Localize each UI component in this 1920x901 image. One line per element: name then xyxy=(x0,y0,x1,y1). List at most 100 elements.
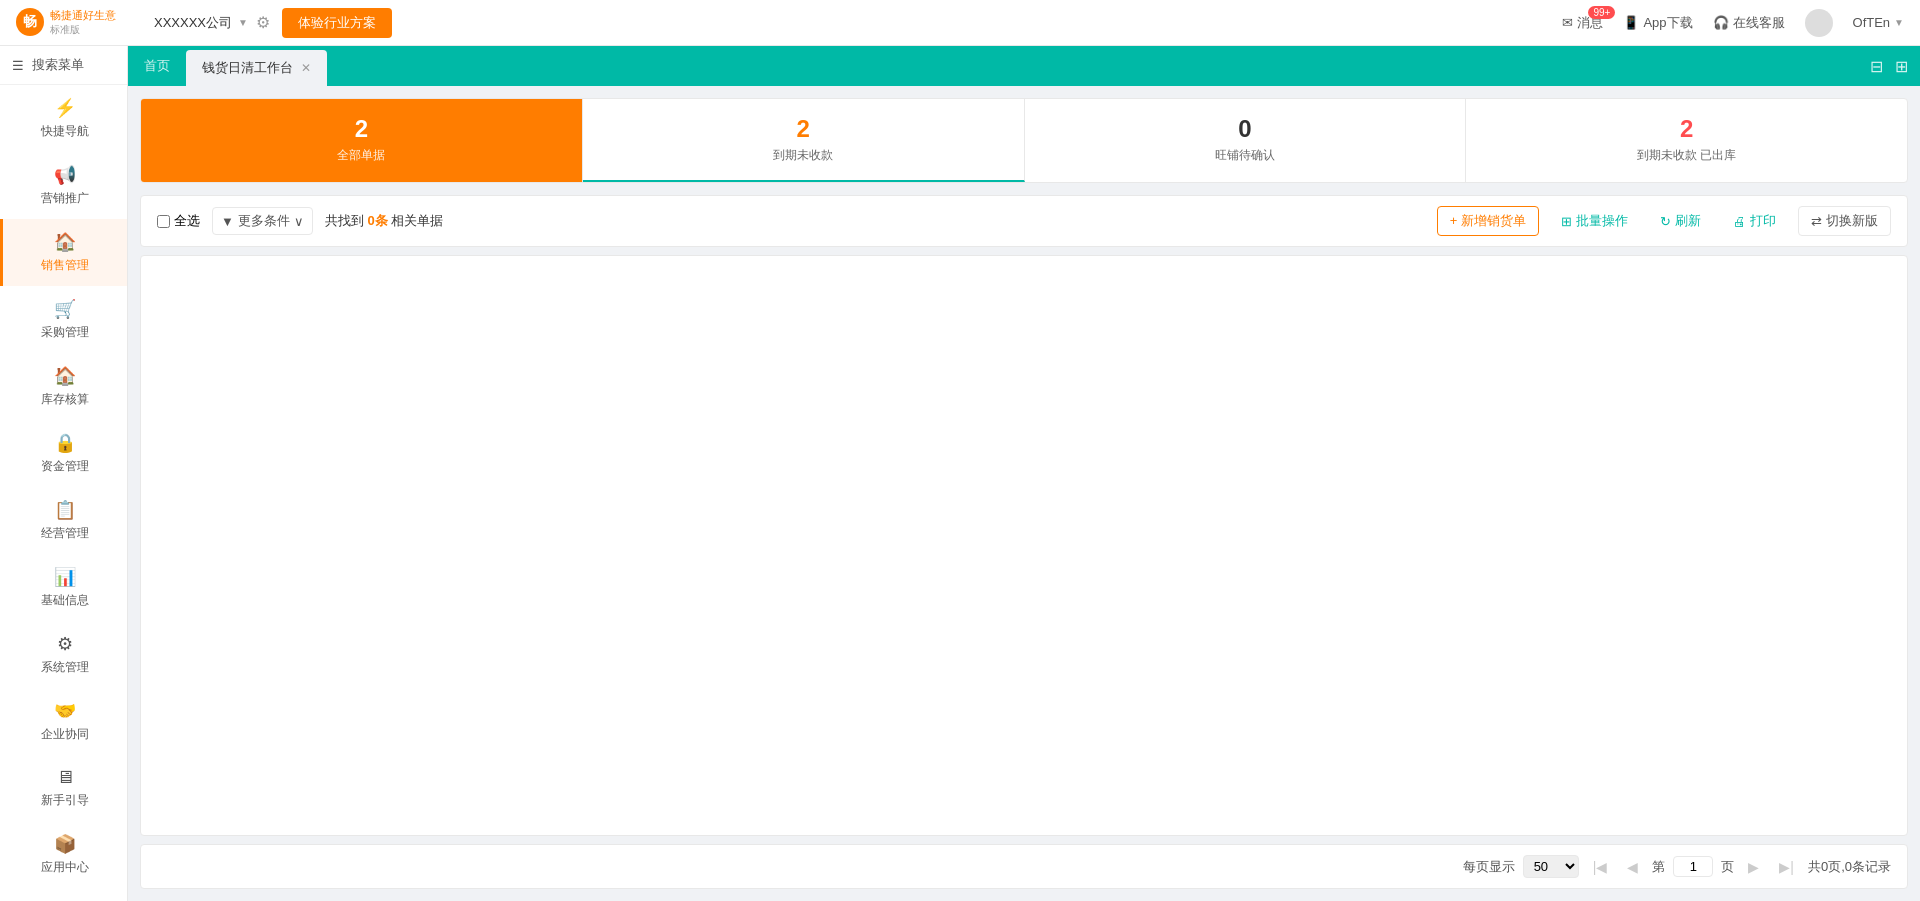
next-page-button[interactable]: ▶ xyxy=(1742,857,1765,877)
card-label-all: 全部单据 xyxy=(161,147,562,164)
switch-version-button[interactable]: ⇄ 切换新版 xyxy=(1798,206,1891,236)
sidebar-item-zijin[interactable]: 🔒 资金管理 xyxy=(0,420,127,487)
app-download-label: App下载 xyxy=(1643,14,1692,32)
tab-close-icon[interactable]: ✕ xyxy=(301,61,311,75)
sidebar-label-4: 库存核算 xyxy=(41,391,89,408)
card-number-shipped: 2 xyxy=(1486,115,1887,143)
toolbar: 全选 ▼ 更多条件 ∨ 共找到 0条 相关单据 + 新增销货单 xyxy=(140,195,1908,247)
summary-card-wangpu[interactable]: 0 旺铺待确认 xyxy=(1025,99,1467,182)
sidebar-item-xinshou[interactable]: 🖥 新手引导 xyxy=(0,755,127,821)
summary-card-all[interactable]: 2 全部单据 xyxy=(141,99,583,182)
tab-bar: 首页 钱货日清工作台 ✕ ⊟ ⊞ xyxy=(128,46,1920,86)
switch-icon: ⇄ xyxy=(1811,214,1822,229)
tab-home-label: 首页 xyxy=(144,57,170,75)
page-size-label: 每页显示 xyxy=(1463,858,1515,876)
sidebar-search-label: 搜索菜单 xyxy=(32,56,84,74)
refresh-button[interactable]: ↻ 刷新 xyxy=(1650,207,1711,235)
sidebar-item-jichu[interactable]: 📊 基础信息 xyxy=(0,554,127,621)
sidebar-item-yingyong[interactable]: 📦 应用中心 xyxy=(0,821,127,888)
operations-icon: 📋 xyxy=(54,499,76,521)
message-button[interactable]: ✉ 消息 99+ xyxy=(1562,14,1603,32)
company-name: XXXXXX公司 xyxy=(154,14,232,32)
chevron-down-icon: ▼ xyxy=(238,17,248,28)
inventory-icon: 🏠 xyxy=(54,365,76,387)
sidebar: ☰ 搜索菜单 ⚡ 快捷导航 📢 营销推广 🏠 销售管理 🛒 采购管理 🏠 库存核… xyxy=(0,46,128,901)
select-all-input[interactable] xyxy=(157,215,170,228)
sidebar-label-7: 基础信息 xyxy=(41,592,89,609)
sidebar-label-2: 销售管理 xyxy=(41,257,89,274)
sales-icon: 🏠 xyxy=(54,231,76,253)
sidebar-item-xiaoshou[interactable]: 🏠 销售管理 xyxy=(0,219,127,286)
sidebar-item-weixin[interactable]: 💬 企业微信 xyxy=(0,888,127,901)
card-number-wangpu: 0 xyxy=(1045,115,1446,143)
download-icon: 📱 xyxy=(1623,15,1639,30)
sidebar-search[interactable]: ☰ 搜索菜单 xyxy=(0,46,127,85)
print-icon: 🖨 xyxy=(1733,214,1746,229)
first-page-button[interactable]: |◀ xyxy=(1587,857,1614,877)
card-number-overdue: 2 xyxy=(603,115,1004,143)
print-label: 打印 xyxy=(1750,212,1776,230)
summary-cards: 2 全部单据 2 到期未收款 0 旺铺待确认 2 到期未收款 已出库 xyxy=(140,98,1908,183)
prev-page-button[interactable]: ◀ xyxy=(1621,857,1644,877)
print-button[interactable]: 🖨 打印 xyxy=(1723,207,1786,235)
switch-label: 切换新版 xyxy=(1826,212,1878,230)
avatar[interactable] xyxy=(1805,9,1833,37)
tab-bar-right: ⊟ ⊞ xyxy=(1870,57,1920,76)
app-download-button[interactable]: 📱 App下载 xyxy=(1623,14,1692,32)
select-all-checkbox[interactable]: 全选 xyxy=(157,212,200,230)
card-label-shipped: 到期未收款 已出库 xyxy=(1486,147,1887,164)
experience-button[interactable]: 体验行业方案 xyxy=(282,8,392,38)
tab-maximize-icon[interactable]: ⊞ xyxy=(1895,57,1908,76)
add-sales-button[interactable]: + 新增销货单 xyxy=(1437,206,1539,236)
sidebar-label-9: 企业协同 xyxy=(41,726,89,743)
page-word: 第 xyxy=(1652,858,1665,876)
sidebar-label-11: 应用中心 xyxy=(41,859,89,876)
settings-icon[interactable]: ⚙ xyxy=(256,13,270,32)
company-selector[interactable]: XXXXXX公司 ▼ xyxy=(154,14,248,32)
online-service-button[interactable]: 🎧 在线客服 xyxy=(1713,14,1785,32)
logo-area: 畅 畅捷通好生意 标准版 xyxy=(16,8,144,36)
page-label: 页 xyxy=(1721,858,1734,876)
sidebar-item-xitong[interactable]: ⚙ 系统管理 xyxy=(0,621,127,688)
username-text: OfTEn xyxy=(1853,15,1891,30)
last-page-button[interactable]: ▶| xyxy=(1773,857,1800,877)
batch-button[interactable]: ⊞ 批量操作 xyxy=(1551,207,1638,235)
logo-icon: 畅 xyxy=(16,8,44,36)
sidebar-item-kucun[interactable]: 🏠 库存核算 xyxy=(0,353,127,420)
message-badge: 99+ xyxy=(1588,6,1615,19)
user-chevron-icon: ▼ xyxy=(1894,17,1904,28)
tab-worktable[interactable]: 钱货日清工作台 ✕ xyxy=(186,50,327,86)
filter-chevron-icon: ∨ xyxy=(294,214,304,229)
toolbar-right: + 新增销货单 ⊞ 批量操作 ↻ 刷新 🖨 打印 ⇄ xyxy=(1437,206,1891,236)
header-right: ✉ 消息 99+ 📱 App下载 🎧 在线客服 OfTEn ▼ xyxy=(1562,9,1904,37)
sidebar-label-1: 营销推广 xyxy=(41,190,89,207)
sidebar-item-kuaijiedaohang[interactable]: ⚡ 快捷导航 xyxy=(0,85,127,152)
pagination-bar: 每页显示 50 100 200 |◀ ◀ 第 1 页 ▶ ▶| 共0页,0条记录 xyxy=(140,844,1908,889)
filter-label: 更多条件 xyxy=(238,212,290,230)
sidebar-label-6: 经营管理 xyxy=(41,525,89,542)
found-prefix: 共找到 xyxy=(325,213,364,228)
marketing-icon: 📢 xyxy=(54,164,76,186)
sidebar-item-caigou[interactable]: 🛒 采购管理 xyxy=(0,286,127,353)
card-number-all: 2 xyxy=(161,115,562,143)
sidebar-item-jingying[interactable]: 📋 经营管理 xyxy=(0,487,127,554)
card-label-overdue: 到期未收款 xyxy=(603,147,1004,164)
sidebar-item-yingxiao[interactable]: 📢 营销推广 xyxy=(0,152,127,219)
top-header: 畅 畅捷通好生意 标准版 XXXXXX公司 ▼ ⚙ 体验行业方案 ✉ 消息 99… xyxy=(0,0,1920,46)
batch-label: 批量操作 xyxy=(1576,212,1628,230)
user-name[interactable]: OfTEn ▼ xyxy=(1853,15,1904,30)
quick-nav-icon: ⚡ xyxy=(54,97,76,119)
tab-home[interactable]: 首页 xyxy=(128,46,186,86)
filter-icon: ▼ xyxy=(221,214,234,229)
page-number-input[interactable]: 1 xyxy=(1673,856,1713,877)
table-area xyxy=(140,255,1908,836)
summary-card-shipped[interactable]: 2 到期未收款 已出库 xyxy=(1466,99,1907,182)
sidebar-item-qiye[interactable]: 🤝 企业协同 xyxy=(0,688,127,755)
system-icon: ⚙ xyxy=(57,633,73,655)
sidebar-label-8: 系统管理 xyxy=(41,659,89,676)
filter-button[interactable]: ▼ 更多条件 ∨ xyxy=(212,207,313,235)
basic-info-icon: 📊 xyxy=(54,566,76,588)
page-size-select[interactable]: 50 100 200 xyxy=(1523,855,1579,878)
summary-card-overdue[interactable]: 2 到期未收款 xyxy=(583,99,1025,182)
tab-minimize-icon[interactable]: ⊟ xyxy=(1870,57,1883,76)
